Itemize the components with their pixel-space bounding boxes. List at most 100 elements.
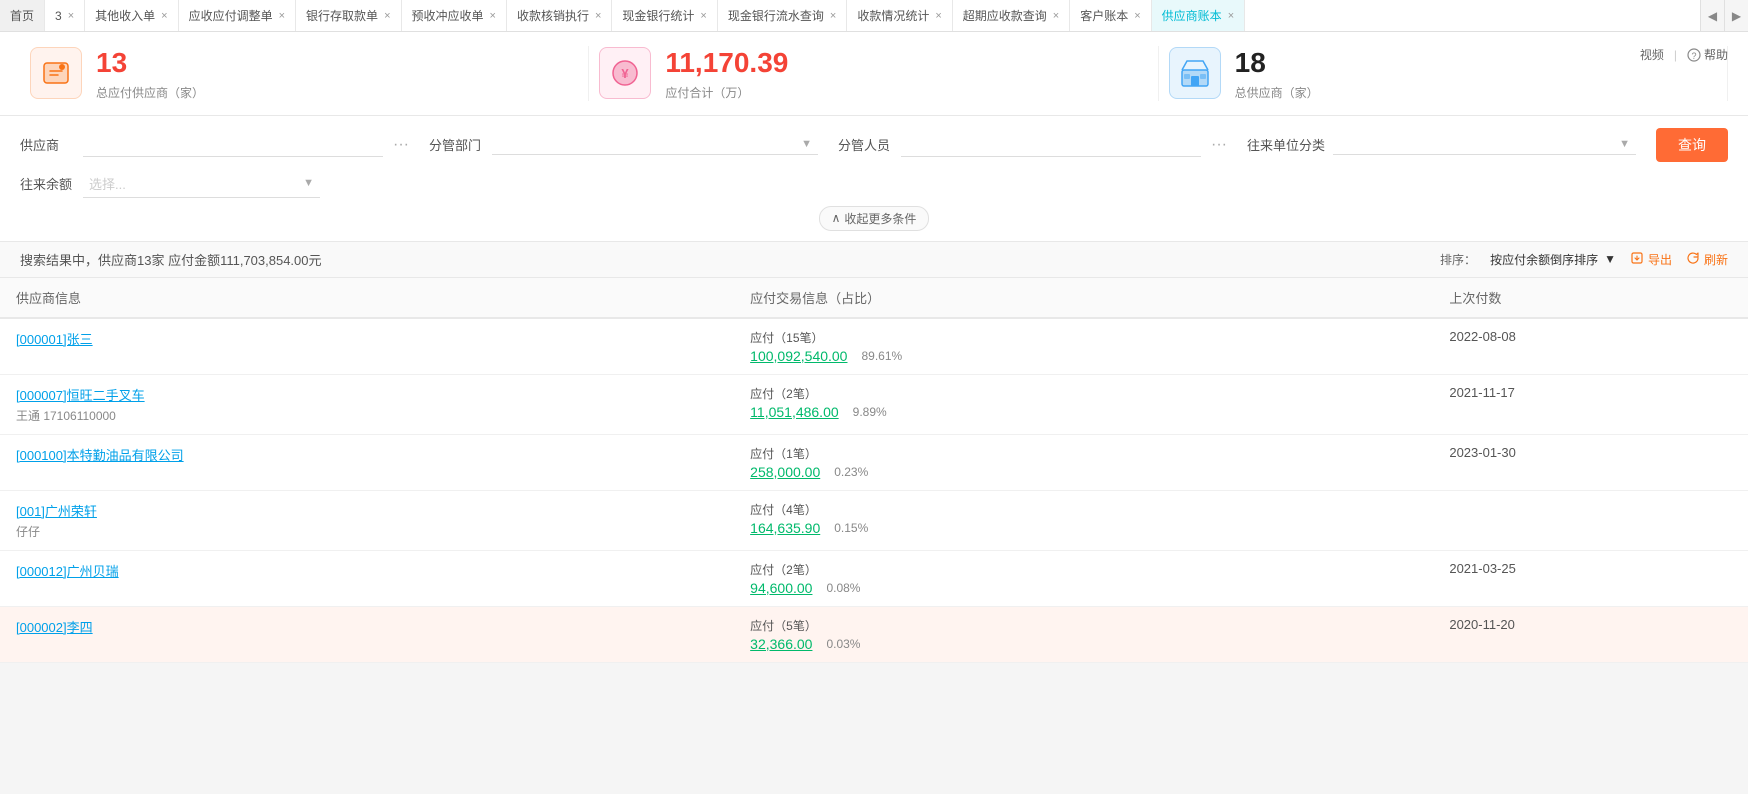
close-icon[interactable]: × xyxy=(279,10,285,22)
filter-supplier: 供应商 ··· xyxy=(20,133,409,157)
supplier-link[interactable]: [000002]李四 xyxy=(16,620,93,635)
all-suppliers-number: 18 xyxy=(1235,46,1319,80)
nav-tab-3[interactable]: 3 × xyxy=(45,0,85,31)
supplier-info-cell: [000100]本特勤油品有限公司 xyxy=(0,434,734,490)
nav-tab-other-income-label: 其他收入单 xyxy=(95,7,155,24)
all-suppliers-label: 总供应商（家） xyxy=(1235,84,1319,101)
result-bar: 搜索结果中，供应商13家 应付金额111,703,854.00元 排序： 按应付… xyxy=(0,242,1748,278)
close-icon[interactable]: × xyxy=(830,10,836,22)
supplier-link[interactable]: [000012]广州贝瑞 xyxy=(16,564,119,579)
supplier-input[interactable] xyxy=(83,133,383,157)
table-row: [000012]广州贝瑞应付（2笔）94,600.000.08%2021-03-… xyxy=(0,550,1748,606)
tx-amount[interactable]: 94,600.00 xyxy=(750,580,812,596)
last-pay-cell: 2021-11-17 xyxy=(1433,374,1748,434)
nav-tab-ar-ap-adj[interactable]: 应收应付调整单 × xyxy=(179,0,296,31)
refresh-button[interactable]: 刷新 xyxy=(1686,251,1728,268)
export-button[interactable]: 导出 xyxy=(1630,251,1672,268)
close-icon[interactable]: × xyxy=(595,10,601,22)
data-table: 供应商信息 应付交易信息（占比） 上次付数 [000001]张三应付（15笔）1… xyxy=(0,278,1748,663)
supplier-sub-info: 王通 17106110000 xyxy=(16,407,718,424)
supplier-link[interactable]: [001]广州荣轩 xyxy=(16,504,97,519)
tx-label: 应付（1笔） xyxy=(750,445,1417,462)
nav-tab-advance-ar-label: 预收冲应收单 xyxy=(412,7,484,24)
nav-tab-overdue-ar-label: 超期应收款查询 xyxy=(963,7,1047,24)
nav-tab-overdue-ar[interactable]: 超期应收款查询 × xyxy=(953,0,1070,31)
nav-tab-receipt-stat-label: 收款情况统计 xyxy=(857,7,929,24)
query-button[interactable]: 查询 xyxy=(1656,128,1728,162)
close-icon[interactable]: × xyxy=(161,10,167,22)
nav-tab-bank-deposit[interactable]: 银行存取款单 × xyxy=(296,0,401,31)
filter-department: 分管部门 ▼ xyxy=(429,134,818,155)
person-dots-icon[interactable]: ··· xyxy=(1211,136,1227,154)
supplier-link[interactable]: [000007]恒旺二手叉车 xyxy=(16,388,145,403)
category-chevron-down-icon: ▼ xyxy=(1619,138,1630,150)
tx-amount[interactable]: 164,635.90 xyxy=(750,520,820,536)
close-icon[interactable]: × xyxy=(68,10,74,22)
tx-amount[interactable]: 32,366.00 xyxy=(750,636,812,652)
video-link[interactable]: 视频 xyxy=(1640,46,1664,63)
chevron-up-icon: ∧ xyxy=(832,211,841,225)
collapse-bar: ∧ 收起更多条件 xyxy=(20,206,1728,231)
close-icon[interactable]: × xyxy=(700,10,706,22)
supplier-dots-icon[interactable]: ··· xyxy=(393,136,409,154)
nav-tab-supplier-ledger[interactable]: 供应商账本 × xyxy=(1152,0,1245,31)
filter-person: 分管人员 ··· xyxy=(838,133,1227,157)
close-icon[interactable]: × xyxy=(1134,10,1140,22)
last-pay-cell: 2021-03-25 xyxy=(1433,550,1748,606)
nav-tab-other-income[interactable]: 其他收入单 × xyxy=(85,0,178,31)
nav-prev-arrow[interactable]: ◀ xyxy=(1700,0,1724,31)
table-body: [000001]张三应付（15笔）100,092,540.0089.61%202… xyxy=(0,318,1748,663)
table-container: 供应商信息 应付交易信息（占比） 上次付数 [000001]张三应付（15笔）1… xyxy=(0,278,1748,663)
close-icon[interactable]: × xyxy=(935,10,941,22)
person-input[interactable] xyxy=(901,133,1201,157)
refresh-label: 刷新 xyxy=(1704,251,1728,268)
top-right-links: 视频 | ? 帮助 xyxy=(1640,46,1728,63)
sort-value: 按应付余额倒序排序 xyxy=(1490,251,1598,268)
close-icon[interactable]: × xyxy=(490,10,496,22)
tx-label: 应付（2笔） xyxy=(750,385,1417,402)
supplier-info-cell: [000007]恒旺二手叉车王通 17106110000 xyxy=(0,374,734,434)
card-icon-payable xyxy=(30,47,82,99)
sort-chevron-down-icon: ▼ xyxy=(1604,252,1616,266)
nav-tab-home[interactable]: 首页 xyxy=(0,0,45,31)
help-link[interactable]: ? 帮助 xyxy=(1687,46,1728,63)
export-icon xyxy=(1630,251,1644,268)
supplier-link[interactable]: [000001]张三 xyxy=(16,332,93,347)
tx-percent: 0.23% xyxy=(834,465,868,479)
tx-amount[interactable]: 258,000.00 xyxy=(750,464,820,480)
balance-select-text: 选择... xyxy=(89,174,299,193)
payable-total-label: 应付合计（万） xyxy=(665,84,788,101)
nav-tab-receipt-exec[interactable]: 收款核销执行 × xyxy=(507,0,612,31)
card-icon-total: ¥ xyxy=(599,47,651,99)
nav-tab-advance-ar[interactable]: 预收冲应收单 × xyxy=(402,0,507,31)
close-icon[interactable]: × xyxy=(1228,10,1234,22)
category-select[interactable]: ▼ xyxy=(1333,134,1636,155)
nav-tab-cash-bank-stat-label: 现金银行统计 xyxy=(622,7,694,24)
balance-select[interactable]: 选择... ▼ xyxy=(83,170,320,198)
nav-tab-receipt-stat[interactable]: 收款情况统计 × xyxy=(847,0,952,31)
supplier-info-cell: [000012]广州贝瑞 xyxy=(0,550,734,606)
tx-info-cell: 应付（5笔）32,366.000.03% xyxy=(734,606,1433,662)
supplier-filter-label: 供应商 xyxy=(20,135,75,154)
card-text-payable: 13 总应付供应商（家） xyxy=(96,46,204,101)
close-icon[interactable]: × xyxy=(1053,10,1059,22)
card-text-total: 11,170.39 应付合计（万） xyxy=(665,46,788,101)
nav-tab-cash-bank-stat[interactable]: 现金银行统计 × xyxy=(612,0,717,31)
supplier-link[interactable]: [000100]本特勤油品有限公司 xyxy=(16,448,184,463)
nav-tab-customer-ledger[interactable]: 客户账本 × xyxy=(1070,0,1151,31)
tx-amount[interactable]: 100,092,540.00 xyxy=(750,348,847,364)
sort-select[interactable]: 按应付余额倒序排序 ▼ xyxy=(1490,251,1616,268)
filter-balance: 往来余额 选择... ▼ xyxy=(20,170,320,198)
nav-tab-cash-bank-query[interactable]: 现金银行流水查询 × xyxy=(718,0,847,31)
top-navigation: 首页 3 × 其他收入单 × 应收应付调整单 × 银行存取款单 × 预收冲应收单… xyxy=(0,0,1748,32)
last-pay-cell xyxy=(1433,490,1748,550)
tx-label: 应付（5笔） xyxy=(750,617,1417,634)
summary-bar: 13 总应付供应商（家） ¥ 11,170.39 应付合计（万） xyxy=(0,32,1748,116)
department-select[interactable]: ▼ xyxy=(492,134,818,155)
nav-next-arrow[interactable]: ▶ xyxy=(1724,0,1748,31)
close-icon[interactable]: × xyxy=(384,10,390,22)
payable-suppliers-label: 总应付供应商（家） xyxy=(96,84,204,101)
collapse-button[interactable]: ∧ 收起更多条件 xyxy=(819,206,930,231)
result-info: 搜索结果中，供应商13家 应付金额111,703,854.00元 xyxy=(20,250,322,269)
tx-amount[interactable]: 11,051,486.00 xyxy=(750,404,839,420)
